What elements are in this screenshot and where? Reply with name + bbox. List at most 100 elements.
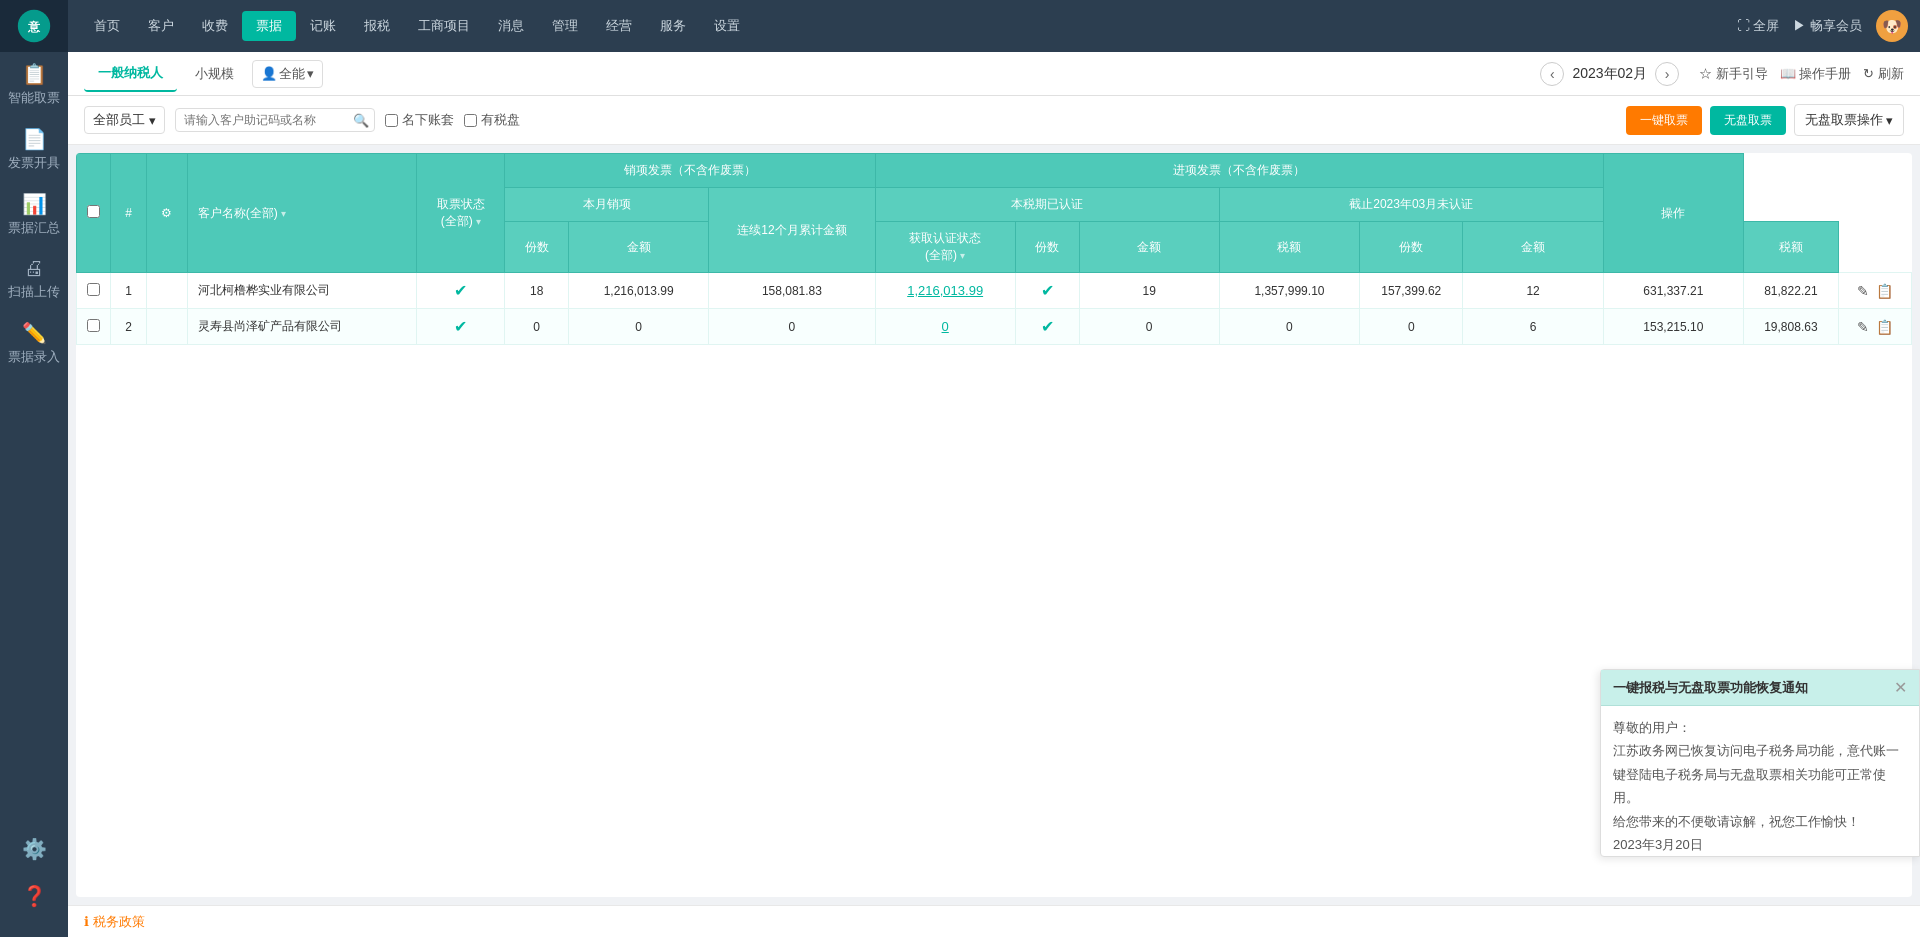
tax-policy-btn[interactable]: ℹ 税务政策 (84, 913, 145, 931)
taxpan-checkbox-input[interactable] (464, 114, 477, 127)
taxpan-label: 有税盘 (481, 111, 520, 129)
topnav-service[interactable]: 服务 (646, 11, 700, 41)
toolbar: 全部员工 ▾ 🔍 名下账套 有税盘 一键取票 无盘取票 无盘取票操作 ▾ (68, 96, 1920, 145)
tab-bar: 一般纳税人 小规模 👤 全能 ▾ ‹ 2023年02月 › ☆ 新手引导 📖 操… (68, 52, 1920, 96)
sidebar-item-help[interactable]: ❓ (0, 874, 68, 921)
notification-close-btn[interactable]: ✕ (1894, 678, 1907, 697)
sidebar-item-piaojuhuizong[interactable]: 📊 票据汇总 (0, 182, 68, 247)
view-icon[interactable]: 📋 (1876, 283, 1893, 299)
main-table: # ⚙ 客户名称(全部) ▾ 取票状态(全部) ▾ 销项发票（不含作废票） 进项… (76, 153, 1912, 345)
ticket-status-filter-icon: ▾ (476, 216, 481, 227)
row-ticket-status: ✔ (417, 273, 505, 309)
settings-icon: ⚙️ (22, 837, 47, 861)
row-sales-count: 18 (505, 273, 569, 309)
select-all-checkbox[interactable] (87, 205, 100, 218)
quanneng-label: 全能 (279, 65, 305, 83)
topnav-charge[interactable]: 收费 (188, 11, 242, 41)
th-action: 操作 (1603, 154, 1743, 273)
row-sales-tax: 158,081.83 (709, 273, 875, 309)
member-btn[interactable]: ▶ 畅享会员 (1793, 17, 1862, 35)
notification-line: 2023年3月20日 (1613, 833, 1907, 856)
tax-policy-label: 税务政策 (93, 913, 145, 931)
topnav-mgmt[interactable]: 管理 (538, 11, 592, 41)
toolbar-right: 一键取票 无盘取票 无盘取票操作 ▾ (1626, 104, 1904, 136)
wupan-caozuo-btn[interactable]: 无盘取票操作 ▾ (1794, 104, 1904, 136)
view-icon[interactable]: 📋 (1876, 319, 1893, 335)
taxpan-checkbox[interactable]: 有税盘 (464, 111, 520, 129)
mingxia-checkbox[interactable]: 名下账套 (385, 111, 454, 129)
employee-filter[interactable]: 全部员工 ▾ (84, 106, 165, 134)
sidebar-item-piaojururu-label: 票据录入 (8, 348, 60, 366)
chevron-down-icon: ▾ (307, 66, 314, 81)
row-purchase-cert-tax: 157,399.62 (1360, 273, 1463, 309)
topnav-msg[interactable]: 消息 (484, 11, 538, 41)
row-check[interactable] (77, 309, 111, 345)
mingxia-checkbox-input[interactable] (385, 114, 398, 127)
row-checkbox[interactable] (87, 319, 100, 332)
th-settings: ⚙ (147, 154, 188, 273)
row-purchase-cert-amount: 1,357,999.10 (1219, 273, 1359, 309)
row-check[interactable] (77, 273, 111, 309)
row-sales-12month[interactable]: 1,216,013.99 (875, 273, 1015, 309)
prev-period-btn[interactable]: ‹ (1540, 62, 1564, 86)
row-purchase-cert-status: ✔ (1015, 309, 1079, 345)
row-purchase-cert-count: 19 (1079, 273, 1219, 309)
row-purchase-cert-count: 0 (1079, 309, 1219, 345)
sidebar-item-fapiaokaiju[interactable]: 📄 发票开具 (0, 117, 68, 182)
row-purchase-uncert-amount: 153,215.10 (1603, 309, 1743, 345)
row-purchase-cert-tax: 0 (1360, 309, 1463, 345)
newbie-guide-btn[interactable]: ☆ 新手引导 (1699, 65, 1768, 83)
row-index: 1 (111, 273, 147, 309)
row-sales-12month[interactable]: 0 (875, 309, 1015, 345)
edit-icon[interactable]: ✎ (1857, 283, 1869, 299)
sidebar-item-settings[interactable]: ⚙️ (0, 827, 68, 874)
th-ticket-status[interactable]: 取票状态(全部) ▾ (417, 154, 505, 273)
row-sales-amount: 1,216,013.99 (569, 273, 709, 309)
tab-quanneng[interactable]: 👤 全能 ▾ (252, 60, 323, 88)
tab-general-taxpayer[interactable]: 一般纳税人 (84, 56, 177, 92)
sidebar-item-piaojururu[interactable]: ✏️ 票据录入 (0, 311, 68, 376)
notification-scroll[interactable]: 尊敬的用户：江苏政务网已恢复访问电子税务局功能，意代账一键登陆电子税务局与无盘取… (1601, 706, 1919, 856)
topnav-bookkeep[interactable]: 记账 (296, 11, 350, 41)
topnav-customer[interactable]: 客户 (134, 11, 188, 41)
sidebar-item-scanupload-label: 扫描上传 (8, 283, 60, 301)
topnav-biz[interactable]: 工商项目 (404, 11, 484, 41)
th-customer[interactable]: 客户名称(全部) ▾ (187, 154, 417, 273)
sidebar-item-zhiqupiao-label: 智能取票 (8, 89, 60, 107)
topnav-ops[interactable]: 经营 (592, 11, 646, 41)
yijian-qupiao-btn[interactable]: 一键取票 (1626, 106, 1702, 135)
notification-body: 尊敬的用户：江苏政务网已恢复访问电子税务局功能，意代账一键登陆电子税务局与无盘取… (1601, 706, 1919, 856)
edit-icon[interactable]: ✎ (1857, 319, 1869, 335)
avatar[interactable]: 🐶 (1876, 10, 1908, 42)
notification-line: 给您带来的不便敬请谅解，祝您工作愉快！ (1613, 810, 1907, 833)
th-check[interactable] (77, 154, 111, 273)
row-checkbox[interactable] (87, 283, 100, 296)
row-purchase-uncert-tax: 81,822.21 (1743, 273, 1838, 309)
refresh-btn[interactable]: ↻ 刷新 (1863, 65, 1904, 83)
row-sales-tax: 0 (709, 309, 875, 345)
next-period-btn[interactable]: › (1655, 62, 1679, 86)
fullscreen-btn[interactable]: ⛶ 全屏 (1737, 17, 1780, 35)
topnav-config[interactable]: 设置 (700, 11, 754, 41)
search-input[interactable] (175, 108, 375, 132)
row-purchase-cert-amount: 0 (1219, 309, 1359, 345)
chevron-down-icon: ▾ (149, 113, 156, 128)
topnav-home[interactable]: 首页 (80, 11, 134, 41)
piaojuhuizong-icon: 📊 (22, 192, 47, 216)
th-purchase-cert-status[interactable]: 获取认证状态(全部) ▾ (875, 222, 1015, 273)
wupan-caozuo-label: 无盘取票操作 (1805, 111, 1883, 129)
row-purchase-uncert-count: 12 (1463, 273, 1603, 309)
row-settings (147, 309, 188, 345)
manual-btn[interactable]: 📖 操作手册 (1780, 65, 1852, 83)
wupan-qupiao-btn[interactable]: 无盘取票 (1710, 106, 1786, 135)
notification-line: 尊敬的用户： (1613, 716, 1907, 739)
sidebar-item-scanupload[interactable]: 🖨 扫描上传 (0, 247, 68, 311)
scanupload-icon: 🖨 (24, 257, 44, 280)
fapiaokaiju-icon: 📄 (22, 127, 47, 151)
sidebar-item-zhiqupiao[interactable]: 📋 智能取票 (0, 52, 68, 117)
topnav-invoice[interactable]: 票据 (242, 11, 296, 41)
mingxia-label: 名下账套 (402, 111, 454, 129)
topnav-tax[interactable]: 报税 (350, 11, 404, 41)
svg-text:意: 意 (27, 20, 41, 33)
tab-small-scale[interactable]: 小规模 (181, 57, 248, 91)
